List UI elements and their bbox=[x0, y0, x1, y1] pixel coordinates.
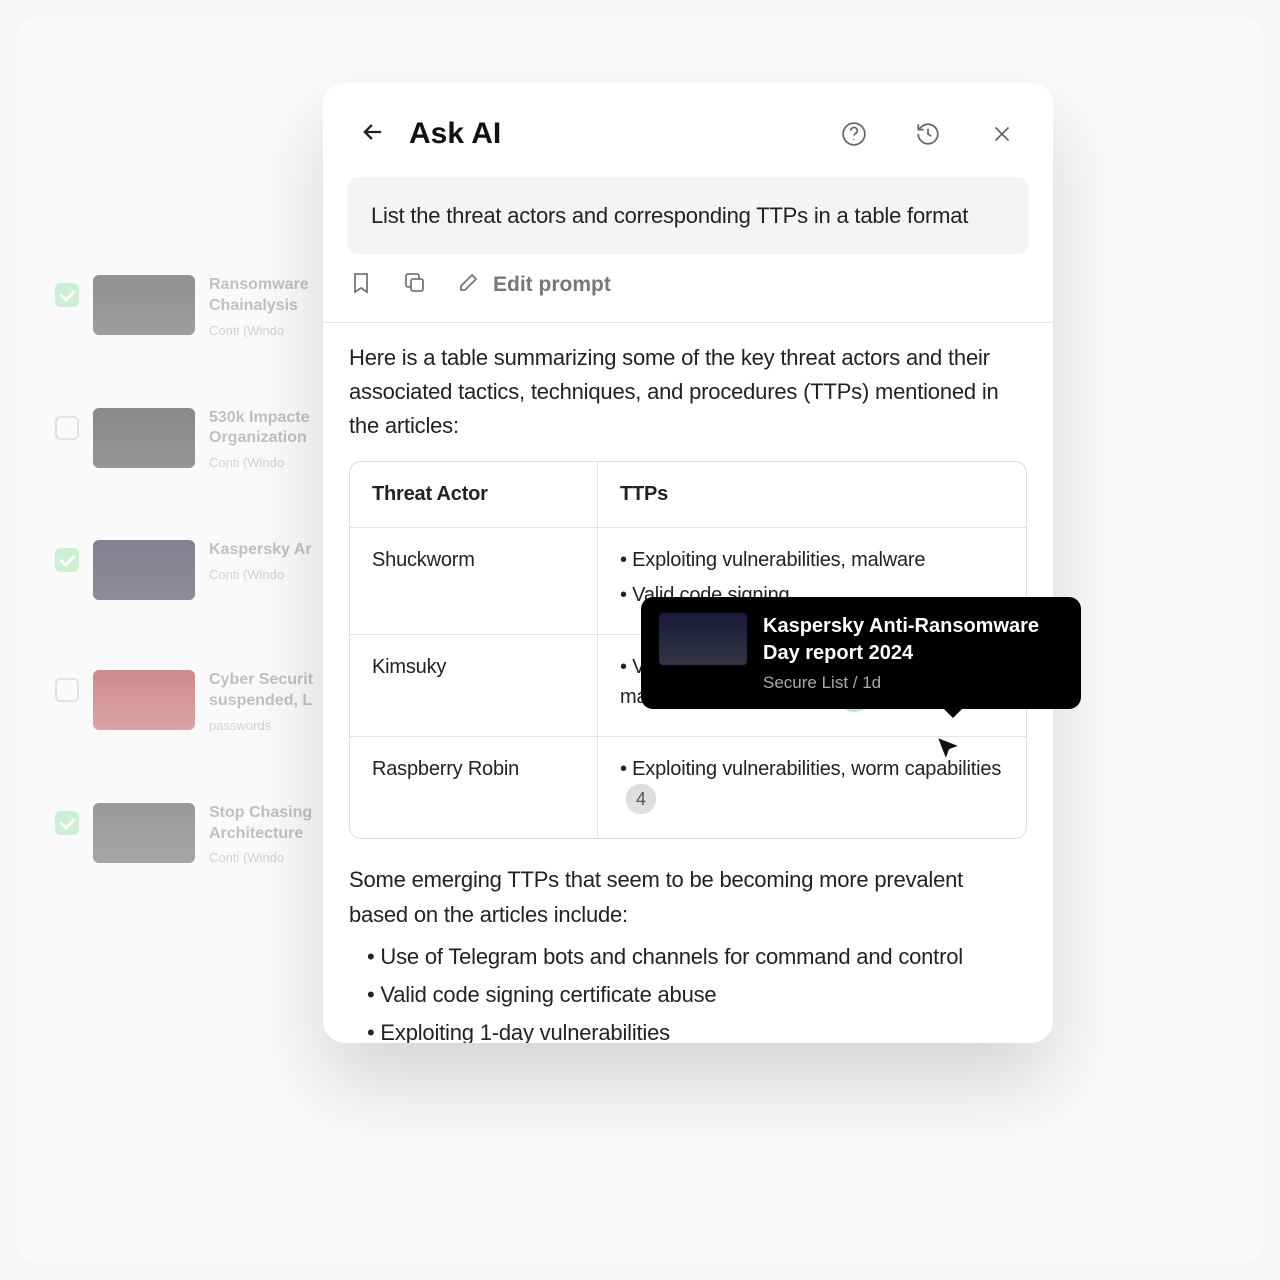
col-threat-actor: Threat Actor bbox=[350, 462, 598, 527]
article-thumb bbox=[93, 670, 195, 730]
emerging-intro: Some emerging TTPs that seem to be becom… bbox=[349, 867, 963, 926]
panel-title: Ask AI bbox=[409, 117, 795, 151]
citation-tooltip: Kaspersky Anti-Ransomware Day report 202… bbox=[641, 597, 1081, 709]
actor-cell: Shuckworm bbox=[350, 528, 598, 634]
copy-icon[interactable] bbox=[403, 271, 427, 300]
bookmark-icon[interactable] bbox=[349, 271, 373, 300]
actor-cell: Raspberry Robin bbox=[350, 737, 598, 838]
ttp-item: Exploiting vulnerabilities, worm capabil… bbox=[620, 755, 1004, 814]
table-row: Raspberry Robin Exploiting vulnerabilitie… bbox=[350, 737, 1026, 838]
checkbox[interactable] bbox=[55, 811, 79, 835]
citation-badge[interactable]: 4 bbox=[626, 784, 656, 814]
tooltip-subtitle: Secure List / 1d bbox=[763, 673, 1063, 693]
app-frame: RansomwareChainalysisConti (Windo530k Im… bbox=[15, 15, 1265, 1265]
edit-prompt-label: Edit prompt bbox=[493, 273, 611, 297]
ttp-item: Exploiting vulnerabilities, malware bbox=[620, 546, 1004, 575]
article-thumb bbox=[93, 408, 195, 468]
prompt-actions: Edit prompt bbox=[323, 270, 1053, 323]
response-intro: Here is a table summarizing some of the … bbox=[349, 341, 1027, 443]
actor-cell: Kimsuky bbox=[350, 635, 598, 736]
emerging-item: Exploiting 1-day vulnerabilities bbox=[367, 1016, 1027, 1043]
emerging-item: Valid code signing certificate abuse bbox=[367, 978, 1027, 1012]
table-header-row: Threat Actor TTPs bbox=[350, 462, 1026, 528]
checkbox[interactable] bbox=[55, 283, 79, 307]
checkbox[interactable] bbox=[55, 548, 79, 572]
tooltip-title: Kaspersky Anti-Ransomware Day report 202… bbox=[763, 613, 1063, 667]
article-thumb bbox=[93, 540, 195, 600]
prompt-text: List the threat actors and corresponding… bbox=[347, 177, 1029, 254]
emerging-section: Some emerging TTPs that seem to be becom… bbox=[349, 863, 1027, 1043]
col-ttps: TTPs bbox=[598, 462, 1026, 527]
pencil-icon bbox=[457, 270, 481, 300]
emerging-list: Use of Telegram bots and channels for co… bbox=[349, 940, 1027, 1043]
edit-prompt-button[interactable]: Edit prompt bbox=[457, 270, 611, 300]
back-arrow-icon[interactable] bbox=[359, 118, 387, 151]
close-icon[interactable] bbox=[987, 119, 1017, 149]
article-thumb bbox=[93, 275, 195, 335]
tooltip-thumb bbox=[659, 613, 747, 665]
emerging-item: Use of Telegram bots and channels for co… bbox=[367, 940, 1027, 974]
panel-header: Ask AI bbox=[323, 83, 1053, 169]
checkbox[interactable] bbox=[55, 678, 79, 702]
ttp-cell: Exploiting vulnerabilities, worm capabil… bbox=[598, 737, 1026, 838]
help-icon[interactable] bbox=[839, 119, 869, 149]
history-icon[interactable] bbox=[913, 119, 943, 149]
checkbox[interactable] bbox=[55, 416, 79, 440]
cursor-icon bbox=[935, 735, 961, 761]
ask-ai-panel: Ask AI List the threat actors and corres… bbox=[323, 83, 1053, 1043]
article-thumb bbox=[93, 803, 195, 863]
